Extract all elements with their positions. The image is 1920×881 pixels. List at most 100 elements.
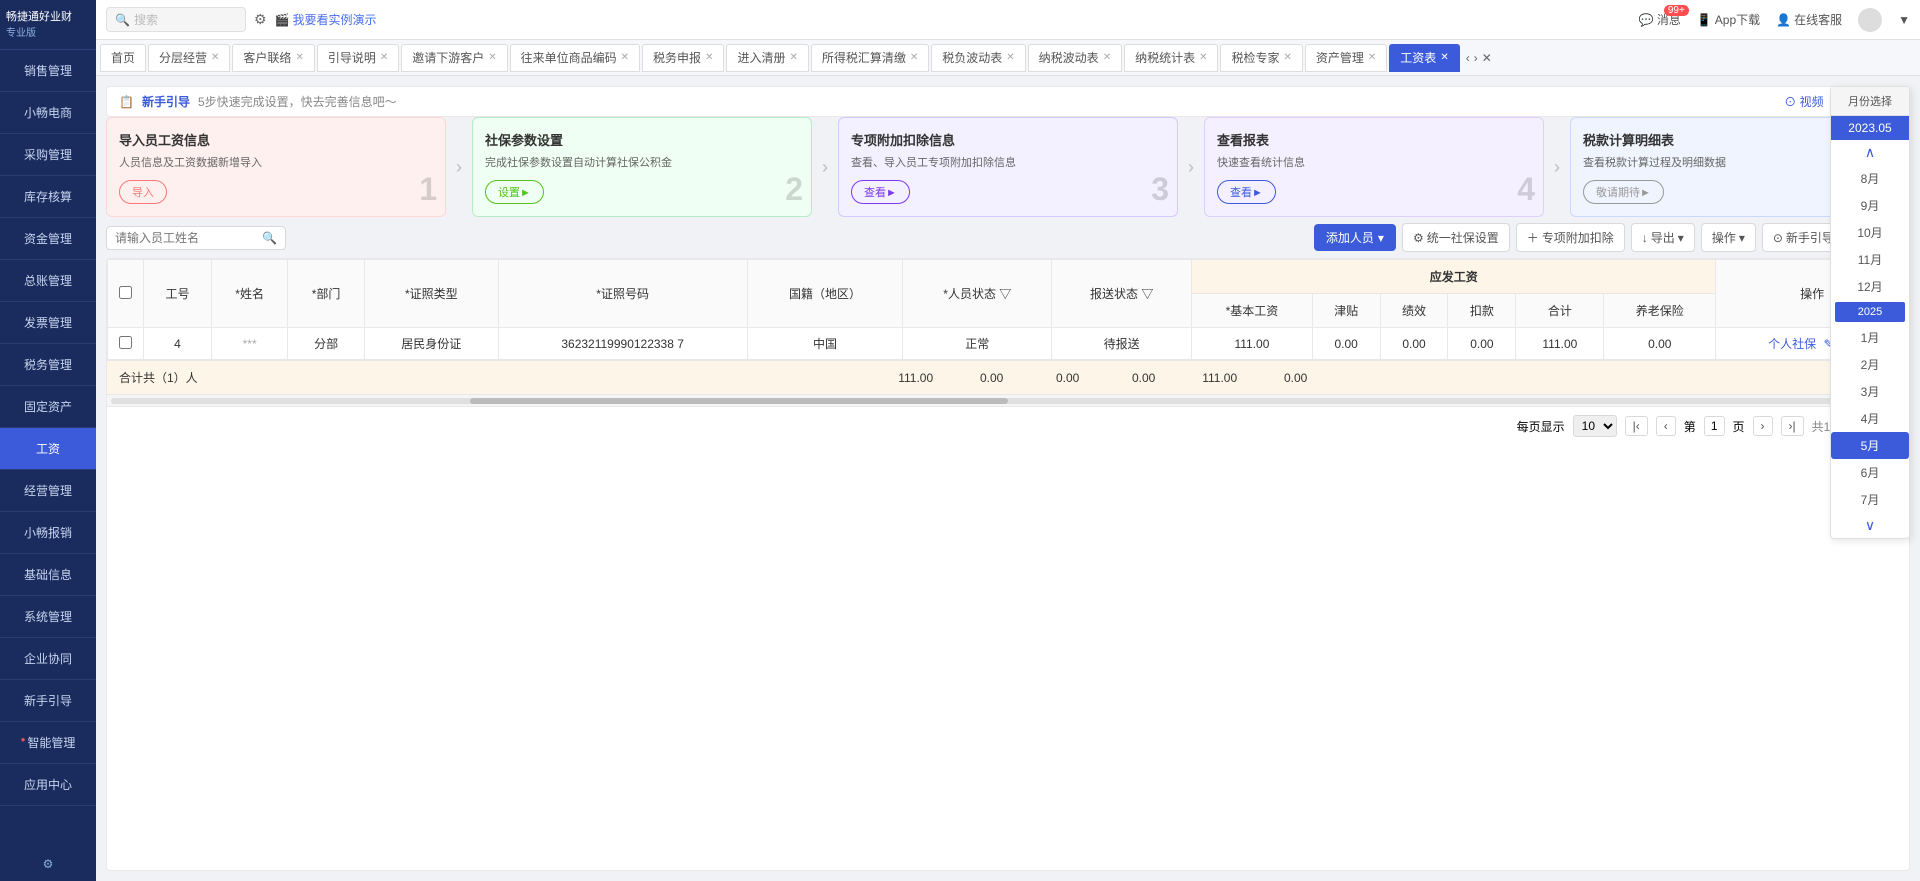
- scrollbar-thumb[interactable]: [470, 398, 1008, 404]
- sidebar-item-operations[interactable]: 经营管理: [0, 470, 96, 512]
- staff-search-input[interactable]: [115, 231, 258, 245]
- tab-close-icon[interactable]: ✕: [789, 52, 797, 63]
- th-gross-salary-group: 应发工资: [1192, 260, 1716, 294]
- tabs-close-all-icon[interactable]: ✕: [1482, 51, 1492, 65]
- topbar-gear-icon[interactable]: ⚙: [254, 11, 267, 28]
- month-item-4[interactable]: 4月: [1831, 405, 1909, 432]
- tab-close-icon[interactable]: ✕: [1440, 52, 1448, 63]
- tab-close-icon[interactable]: ✕: [1006, 52, 1014, 63]
- topbar-search-box[interactable]: 🔍 搜索: [106, 7, 246, 32]
- step-5-btn[interactable]: 敬请期待►: [1583, 180, 1664, 204]
- step-4-btn[interactable]: 查看►: [1217, 180, 1276, 204]
- sidebar-item-ledger[interactable]: 总账管理: [0, 260, 96, 302]
- topbar-message-btn[interactable]: 💬 消息 99+: [1639, 11, 1681, 28]
- tab-assets[interactable]: 资产管理✕: [1305, 44, 1387, 72]
- sidebar-settings-icon[interactable]: ⚙: [0, 847, 96, 881]
- tab-tax-stats[interactable]: 纳税统计表✕: [1124, 44, 1218, 72]
- month-item-6[interactable]: 6月: [1831, 459, 1909, 486]
- step-2-btn[interactable]: 设置►: [485, 180, 544, 204]
- special-deduction-button[interactable]: ＋ 专项附加扣除: [1516, 223, 1625, 252]
- tab-sku[interactable]: 往来单位商品编码✕: [510, 44, 640, 72]
- cell-id-num: 36232119990122338 7: [498, 328, 747, 360]
- page-next-btn[interactable]: ›: [1753, 416, 1773, 436]
- per-page-select[interactable]: 10 20 50: [1573, 415, 1617, 437]
- month-item-3[interactable]: 3月: [1831, 378, 1909, 405]
- unified-settings-button[interactable]: ⚙ 统一社保设置: [1402, 223, 1510, 252]
- month-nav-up-btn[interactable]: ∧: [1865, 144, 1875, 161]
- operations-button[interactable]: 操作 ▾: [1701, 223, 1756, 252]
- tab-close-icon[interactable]: ✕: [1103, 52, 1111, 63]
- month-item-10[interactable]: 10月: [1831, 219, 1909, 246]
- select-all-checkbox[interactable]: [119, 286, 132, 299]
- sidebar-item-purchase[interactable]: 采购管理: [0, 134, 96, 176]
- month-item-7[interactable]: 7月: [1831, 486, 1909, 513]
- tab-invite[interactable]: 邀请下游客户✕: [401, 44, 507, 72]
- month-item-11[interactable]: 11月: [1831, 246, 1909, 273]
- sidebar-item-guide[interactable]: 新手引导: [0, 680, 96, 722]
- tab-clearance[interactable]: 进入清册✕: [726, 44, 808, 72]
- sidebar-item-assets[interactable]: 固定资产: [0, 386, 96, 428]
- tab-close-icon[interactable]: ✕: [1284, 52, 1292, 63]
- tab-tax-fluctuation[interactable]: 纳税波动表✕: [1028, 44, 1122, 72]
- page-prev-btn[interactable]: ‹: [1656, 416, 1676, 436]
- sidebar-item-appstore[interactable]: 应用中心: [0, 764, 96, 806]
- page-last-btn[interactable]: ›|: [1781, 416, 1804, 436]
- sidebar-item-expense[interactable]: 小畅报销: [0, 512, 96, 554]
- tab-tax-report[interactable]: 税务申报✕: [642, 44, 724, 72]
- th-total: 合计: [1516, 294, 1604, 328]
- sidebar-item-ai[interactable]: 智能管理: [0, 722, 96, 764]
- sidebar-item-collab[interactable]: 企业协同: [0, 638, 96, 680]
- sidebar-item-payroll[interactable]: 工资: [0, 428, 96, 470]
- tabs-next-icon[interactable]: ›: [1474, 51, 1478, 65]
- sidebar-item-tax[interactable]: 税务管理: [0, 344, 96, 386]
- tabs-prev-icon[interactable]: ‹: [1466, 51, 1470, 65]
- topbar-online-service-btn[interactable]: 👤 在线客服: [1776, 11, 1842, 28]
- tab-customer[interactable]: 客户联络✕: [232, 44, 314, 72]
- tab-close-icon[interactable]: ✕: [211, 52, 219, 63]
- topbar-app-download-btn[interactable]: 📱 App下载: [1697, 11, 1760, 28]
- tab-close-icon[interactable]: ✕: [705, 52, 713, 63]
- sidebar-item-system[interactable]: 系统管理: [0, 596, 96, 638]
- tab-close-icon[interactable]: ✕: [295, 52, 303, 63]
- tab-close-icon[interactable]: ✕: [1368, 52, 1376, 63]
- tab-close-icon[interactable]: ✕: [1199, 52, 1207, 63]
- step-3-btn[interactable]: 查看►: [851, 180, 910, 204]
- tab-close-icon[interactable]: ✕: [488, 52, 496, 63]
- export-button[interactable]: ↓ 导出 ▾: [1631, 223, 1695, 252]
- app-name: 畅捷通好业财: [6, 10, 90, 24]
- row-checkbox[interactable]: [119, 336, 132, 349]
- month-item-8[interactable]: 8月: [1831, 165, 1909, 192]
- table-scrollbar[interactable]: [107, 394, 1909, 406]
- user-avatar[interactable]: [1858, 8, 1882, 32]
- tab-close-icon[interactable]: ✕: [910, 52, 918, 63]
- action-personal-insurance-link[interactable]: 个人社保: [1768, 337, 1816, 351]
- tab-income-tax[interactable]: 所得税汇算清缴✕: [811, 44, 929, 72]
- topbar-demo-link[interactable]: 🎬 我要看实例演示: [275, 11, 377, 28]
- month-item-1[interactable]: 1月: [1831, 324, 1909, 351]
- month-item-5[interactable]: 5月: [1831, 432, 1909, 459]
- tab-home[interactable]: 首页: [100, 44, 146, 72]
- tab-close-icon[interactable]: ✕: [621, 52, 629, 63]
- month-nav-down-btn[interactable]: ∨: [1865, 517, 1875, 534]
- sidebar-item-inventory[interactable]: 库存核算: [0, 176, 96, 218]
- staff-search-wrap[interactable]: 🔍: [106, 226, 286, 250]
- guide-video-link[interactable]: ⊙ 视频: [1784, 93, 1823, 110]
- month-item-2[interactable]: 2月: [1831, 351, 1909, 378]
- month-item-12[interactable]: 12月: [1831, 273, 1909, 300]
- tab-tax-burden[interactable]: 税负波动表✕: [931, 44, 1025, 72]
- step-1-btn[interactable]: 导入: [119, 180, 167, 204]
- add-staff-button[interactable]: 添加人员 ▾: [1314, 224, 1396, 251]
- topbar-user-menu-btn[interactable]: ▼: [1898, 13, 1910, 27]
- sidebar-item-invoice[interactable]: 发票管理: [0, 302, 96, 344]
- tab-guide[interactable]: 引导说明✕: [317, 44, 399, 72]
- tab-tax-expert[interactable]: 税检专家✕: [1220, 44, 1302, 72]
- page-first-btn[interactable]: |‹: [1625, 416, 1648, 436]
- sidebar-item-sales[interactable]: 销售管理: [0, 50, 96, 92]
- sidebar-item-basic[interactable]: 基础信息: [0, 554, 96, 596]
- sidebar-item-finance[interactable]: 资金管理: [0, 218, 96, 260]
- month-item-9[interactable]: 9月: [1831, 192, 1909, 219]
- tab-close-icon[interactable]: ✕: [380, 52, 388, 63]
- tab-layer[interactable]: 分层经营✕: [148, 44, 230, 72]
- sidebar-item-ecommerce[interactable]: 小畅电商: [0, 92, 96, 134]
- tab-payroll[interactable]: 工资表✕: [1389, 44, 1459, 72]
